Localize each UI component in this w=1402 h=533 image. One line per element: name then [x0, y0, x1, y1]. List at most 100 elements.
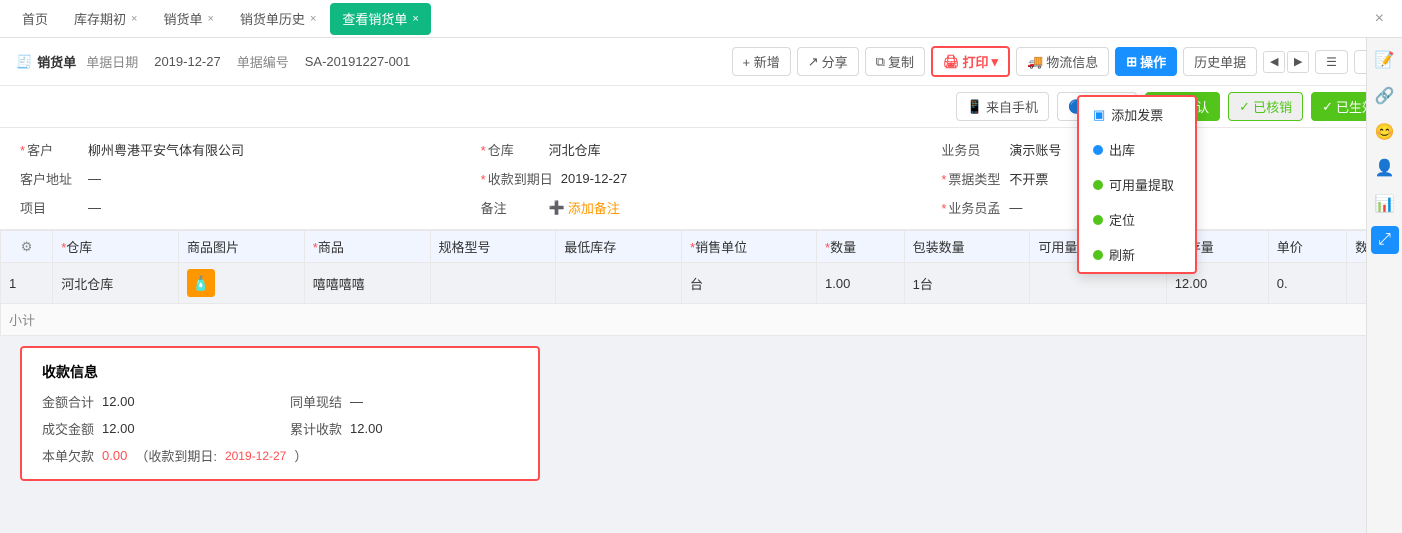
- payment-info-panel: 收款信息 金额合计 12.00 同单现结 — 成交金额 12.00 累计收款 1…: [20, 346, 540, 481]
- owed-end: ）: [294, 446, 307, 465]
- operations-dropdown: ▣ 添加发票 出库 可用量提取 定位 刷新: [1077, 95, 1197, 274]
- dropdown-available-extract[interactable]: 可用量提取: [1079, 167, 1195, 202]
- col-product-img: 商品图片: [178, 231, 304, 263]
- refresh-icon: [1093, 250, 1103, 260]
- document-meta: 单据日期 2019-12-27 单据编号 SA-20191227-001: [86, 52, 410, 71]
- close-tab-history[interactable]: ×: [310, 13, 316, 25]
- cell-product: 嘻嘻嘻嘻: [304, 263, 430, 304]
- add-note-button[interactable]: ➕ 添加备注: [549, 198, 620, 217]
- col-min-stock: 最低库存: [556, 231, 682, 263]
- view-toggle-list[interactable]: ☰: [1315, 50, 1348, 74]
- note-row: 备注 ➕ 添加备注: [481, 198, 922, 217]
- prev-arrow[interactable]: ◀: [1263, 51, 1285, 73]
- cumulative-row: 累计收款 12.00: [290, 419, 518, 438]
- close-tab-sales[interactable]: ×: [207, 13, 213, 25]
- subtotal-row: 小计: [1, 304, 1402, 336]
- add-button[interactable]: + 新增: [732, 47, 791, 76]
- address-value: —: [88, 171, 461, 186]
- total-row: 金额合计 12.00: [42, 392, 270, 411]
- bill-type-label: 票据类型: [941, 169, 1001, 188]
- dropdown-locate[interactable]: 定位: [1079, 202, 1195, 237]
- payment-date-value: 2019-12-27: [561, 171, 922, 186]
- available-extract-icon: [1093, 180, 1103, 190]
- project-value: —: [88, 200, 461, 215]
- history-button[interactable]: 历史单据: [1183, 47, 1257, 76]
- sales-rep-label: 业务员孟: [941, 198, 1001, 217]
- close-tab-inventory[interactable]: ×: [131, 13, 137, 25]
- warehouse-label: 仓库: [481, 140, 541, 159]
- tab-sales-history[interactable]: 销货单历史 ×: [228, 3, 328, 35]
- col-price: 单价: [1268, 231, 1346, 263]
- transaction-label: 成交金额: [42, 419, 94, 438]
- cell-seq: 1: [1, 263, 53, 304]
- sidebar-icon-expand[interactable]: ⤢: [1371, 226, 1399, 254]
- total-value: 12.00: [102, 394, 135, 409]
- dropdown-warehouse-out[interactable]: 出库: [1079, 132, 1195, 167]
- copy-button[interactable]: ⧉ 复制: [865, 47, 925, 76]
- document-title: 🧾 销货单: [16, 52, 76, 71]
- note-label: 备注: [481, 198, 541, 217]
- col-warehouse: *仓库: [53, 231, 179, 263]
- share-button[interactable]: ↗ 分享: [797, 47, 859, 76]
- customer-label: 客户: [20, 140, 80, 159]
- document-actions: + 新增 ↗ 分享 ⧉ 复制 🖨 打印 ▾ 🚚 物流信息 ⊞ 操作: [732, 46, 1386, 77]
- col-pack-qty: 包装数量: [904, 231, 1030, 263]
- customer-row: 客户 柳州粤港平安气体有限公司: [20, 140, 461, 159]
- sidebar-icon-chart[interactable]: 📊: [1371, 190, 1399, 218]
- window-close-button[interactable]: ×: [1367, 6, 1392, 31]
- next-arrow[interactable]: ▶: [1287, 51, 1309, 73]
- sidebar-icon-emoji[interactable]: 😊: [1371, 118, 1399, 146]
- cell-pack-qty: 1台: [904, 263, 1030, 304]
- print-icon: 🖨: [943, 54, 960, 70]
- staff-label: 业务员: [941, 140, 1001, 159]
- project-row: 项目 —: [20, 198, 461, 217]
- col-spec: 规格型号: [430, 231, 556, 263]
- cancelled-button[interactable]: ✓ 已核销: [1228, 92, 1303, 121]
- total-label: 金额合计: [42, 392, 94, 411]
- doc-icon: 🧾: [16, 54, 32, 70]
- owed-value: 0.00: [102, 448, 127, 463]
- settlement-row: 同单现结 —: [290, 392, 518, 411]
- locate-icon: [1093, 215, 1103, 225]
- nav-arrows: ◀ ▶: [1263, 51, 1309, 73]
- subtotal-label: 小计: [1, 304, 1402, 336]
- tab-sales-order[interactable]: 销货单 ×: [151, 3, 225, 35]
- owed-row: 本单欠款 0.00 （收款到期日: 2019-12-27 ）: [42, 446, 518, 465]
- print-button[interactable]: 🖨 打印 ▾: [931, 46, 1010, 77]
- logistics-icon: 🚚: [1027, 54, 1043, 70]
- cumulative-value: 12.00: [350, 421, 383, 436]
- close-tab-view[interactable]: ×: [412, 13, 418, 25]
- payment-date-row: 收款到期日 2019-12-27: [481, 169, 922, 188]
- col-product: *商品: [304, 231, 430, 263]
- sidebar-icon-edit[interactable]: 📝: [1371, 46, 1399, 74]
- document-header: 🧾 销货单 单据日期 2019-12-27 单据编号 SA-20191227-0…: [0, 38, 1402, 86]
- from-phone-button[interactable]: 📱 来自手机: [956, 92, 1049, 121]
- payment-grid: 金额合计 12.00 同单现结 — 成交金额 12.00 累计收款 12.00 …: [42, 392, 518, 465]
- owed-date: 2019-12-27: [225, 449, 286, 463]
- add-icon: ➕: [549, 200, 565, 216]
- print-dropdown-icon: ▾: [992, 54, 999, 70]
- settlement-label: 同单现结: [290, 392, 342, 411]
- cumulative-label: 累计收款: [290, 419, 342, 438]
- customer-value: 柳州粤港平安气体有限公司: [88, 140, 461, 159]
- share-icon: ↗: [808, 54, 819, 70]
- tab-inventory-init[interactable]: 库存期初 ×: [62, 3, 149, 35]
- copy-icon: ⧉: [876, 54, 885, 70]
- dropdown-add-invoice[interactable]: ▣ 添加发票: [1079, 97, 1195, 132]
- project-label: 项目: [20, 198, 80, 217]
- address-row: 客户地址 —: [20, 169, 461, 188]
- owed-note: （收款到期日:: [135, 446, 217, 465]
- invoice-icon: ▣: [1093, 107, 1105, 123]
- sidebar-icon-link[interactable]: 🔗: [1371, 82, 1399, 110]
- tab-view-sales[interactable]: 查看销货单 ×: [330, 3, 430, 35]
- dropdown-refresh[interactable]: 刷新: [1079, 237, 1195, 272]
- cell-sales-unit: 台: [682, 263, 817, 304]
- logistics-button[interactable]: 🚚 物流信息: [1016, 47, 1109, 76]
- tab-home[interactable]: 首页: [10, 3, 60, 35]
- operations-button[interactable]: ⊞ 操作: [1115, 47, 1177, 76]
- sidebar-icon-user[interactable]: 👤: [1371, 154, 1399, 182]
- product-thumbnail: 🧴: [187, 269, 215, 297]
- phone-icon: 📱: [967, 99, 983, 115]
- payment-info-title: 收款信息: [42, 362, 518, 382]
- cell-price: 0.: [1268, 263, 1346, 304]
